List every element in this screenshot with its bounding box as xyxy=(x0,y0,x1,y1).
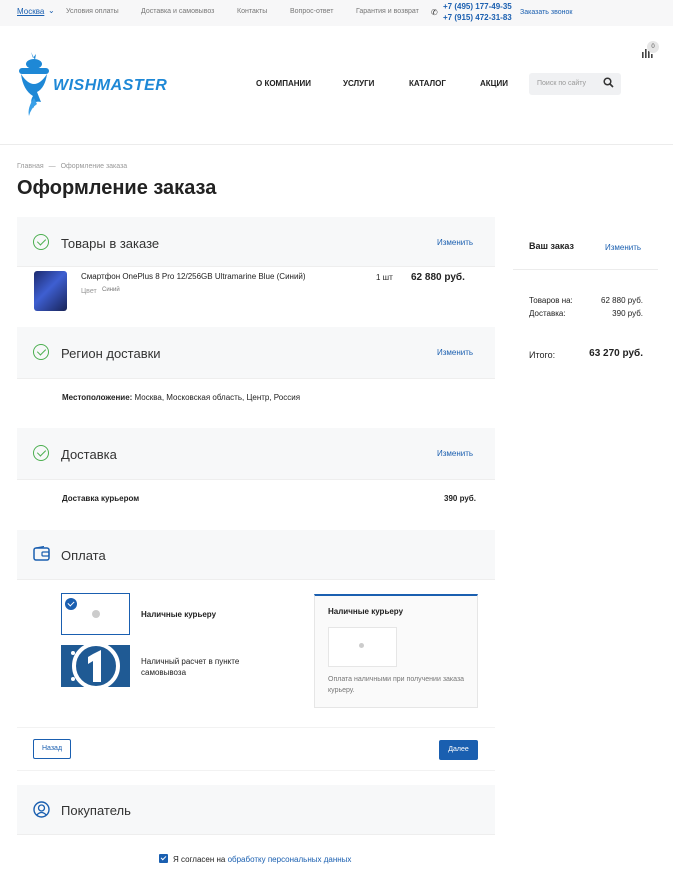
breadcrumb-current: Оформление заказа xyxy=(60,163,128,170)
change-delivery-link[interactable]: Изменить xyxy=(437,449,473,458)
nav-about[interactable]: О КОМПАНИИ xyxy=(256,79,311,88)
product-quantity: 1 шт xyxy=(376,273,393,282)
top-link-faq[interactable]: Вопрос-ответ xyxy=(290,8,333,15)
next-button[interactable]: Далее xyxy=(439,740,478,760)
summary-divider xyxy=(513,269,658,270)
phone-icon: ✆ xyxy=(431,8,438,17)
section-delivery-title: Доставка xyxy=(61,447,117,462)
summary-total-value: 63 270 руб. xyxy=(589,348,643,359)
nav-catalog[interactable]: КАТАЛОГ xyxy=(409,79,446,88)
search-icon[interactable] xyxy=(603,77,614,88)
section-payment-title: Оплата xyxy=(61,548,106,563)
breadcrumb: Главная — Оформление заказа xyxy=(17,163,127,170)
phone-1[interactable]: +7 (495) 177-49-35 xyxy=(443,2,512,11)
summary-title: Ваш заказ xyxy=(529,241,574,251)
payment-placeholder-icon xyxy=(359,643,364,648)
section-buyer-title: Покупатель xyxy=(61,803,131,818)
phone-2[interactable]: +7 (915) 472-31-83 xyxy=(443,13,512,22)
summary-change-link[interactable]: Изменить xyxy=(605,243,641,252)
section-products-title: Товары в заказе xyxy=(61,236,160,251)
city-selector[interactable]: Москва xyxy=(17,7,44,16)
top-link-warranty[interactable]: Гарантия и возврат xyxy=(356,8,419,15)
section-region-title: Регион доставки xyxy=(61,346,161,361)
product-color-value: Синий xyxy=(102,287,120,293)
wallet-icon xyxy=(33,546,50,561)
nav-services[interactable]: УСЛУГИ xyxy=(343,79,374,88)
summary-goods-value: 62 880 руб. xyxy=(601,296,643,305)
location-label: Местоположение: xyxy=(62,393,133,402)
payment-option-courier-label[interactable]: Наличные курьеру xyxy=(141,610,216,619)
genie-logo-icon[interactable] xyxy=(15,50,53,118)
callback-link[interactable]: Заказать звонок xyxy=(520,9,572,16)
payment-detail-title: Наличные курьеру xyxy=(328,607,404,616)
page-title: Оформление заказа xyxy=(17,177,217,199)
chevron-down-icon[interactable]: ⌄ xyxy=(48,6,55,15)
payment-option-pickup[interactable] xyxy=(61,645,130,687)
change-region-link[interactable]: Изменить xyxy=(437,348,473,357)
payment-logo-one-icon xyxy=(61,645,130,687)
top-link-payment[interactable]: Условия оплаты xyxy=(66,8,119,15)
nav-promos[interactable]: АКЦИИ xyxy=(480,79,508,88)
product-image[interactable] xyxy=(34,271,67,311)
agreement-link[interactable]: обработку персональных данных xyxy=(228,855,352,864)
user-icon xyxy=(33,801,50,818)
top-link-delivery[interactable]: Доставка и самовывоз xyxy=(141,8,214,15)
product-price: 62 880 руб. xyxy=(411,272,465,283)
location-line: Местоположение: Москва, Московская облас… xyxy=(62,393,300,402)
payment-option-pickup-label[interactable]: Наличный расчет в пункте самовывоза xyxy=(141,656,271,678)
breadcrumb-home[interactable]: Главная xyxy=(17,163,44,170)
location-value: Москва, Московская область, Центр, Росси… xyxy=(134,393,301,402)
header-divider xyxy=(0,144,673,145)
compare-count-badge: 0 xyxy=(647,41,659,53)
payment-detail-description: Оплата наличными при получении заказа ку… xyxy=(328,676,465,694)
agreement-label: Я согласен на обработку персональных дан… xyxy=(173,855,351,864)
summary-delivery-value: 390 руб. xyxy=(612,309,643,318)
breadcrumb-separator: — xyxy=(48,163,56,170)
payment-placeholder-icon xyxy=(92,610,100,618)
product-name[interactable]: Смартфон OnePlus 8 Pro 12/256GB Ultramar… xyxy=(81,272,306,281)
delivery-price: 390 руб. xyxy=(444,494,476,503)
agreement-text: Я согласен на xyxy=(173,855,228,864)
back-button[interactable]: Назад xyxy=(33,739,71,759)
logo-text[interactable]: WISHMASTER xyxy=(53,77,167,95)
top-link-contacts[interactable]: Контакты xyxy=(237,8,267,15)
search-placeholder: Поиск по сайту xyxy=(537,80,587,87)
step-nav-bar xyxy=(17,727,495,771)
delivery-method: Доставка курьером xyxy=(62,494,140,503)
product-color-label: Цвет xyxy=(81,288,97,295)
change-products-link[interactable]: Изменить xyxy=(437,238,473,247)
